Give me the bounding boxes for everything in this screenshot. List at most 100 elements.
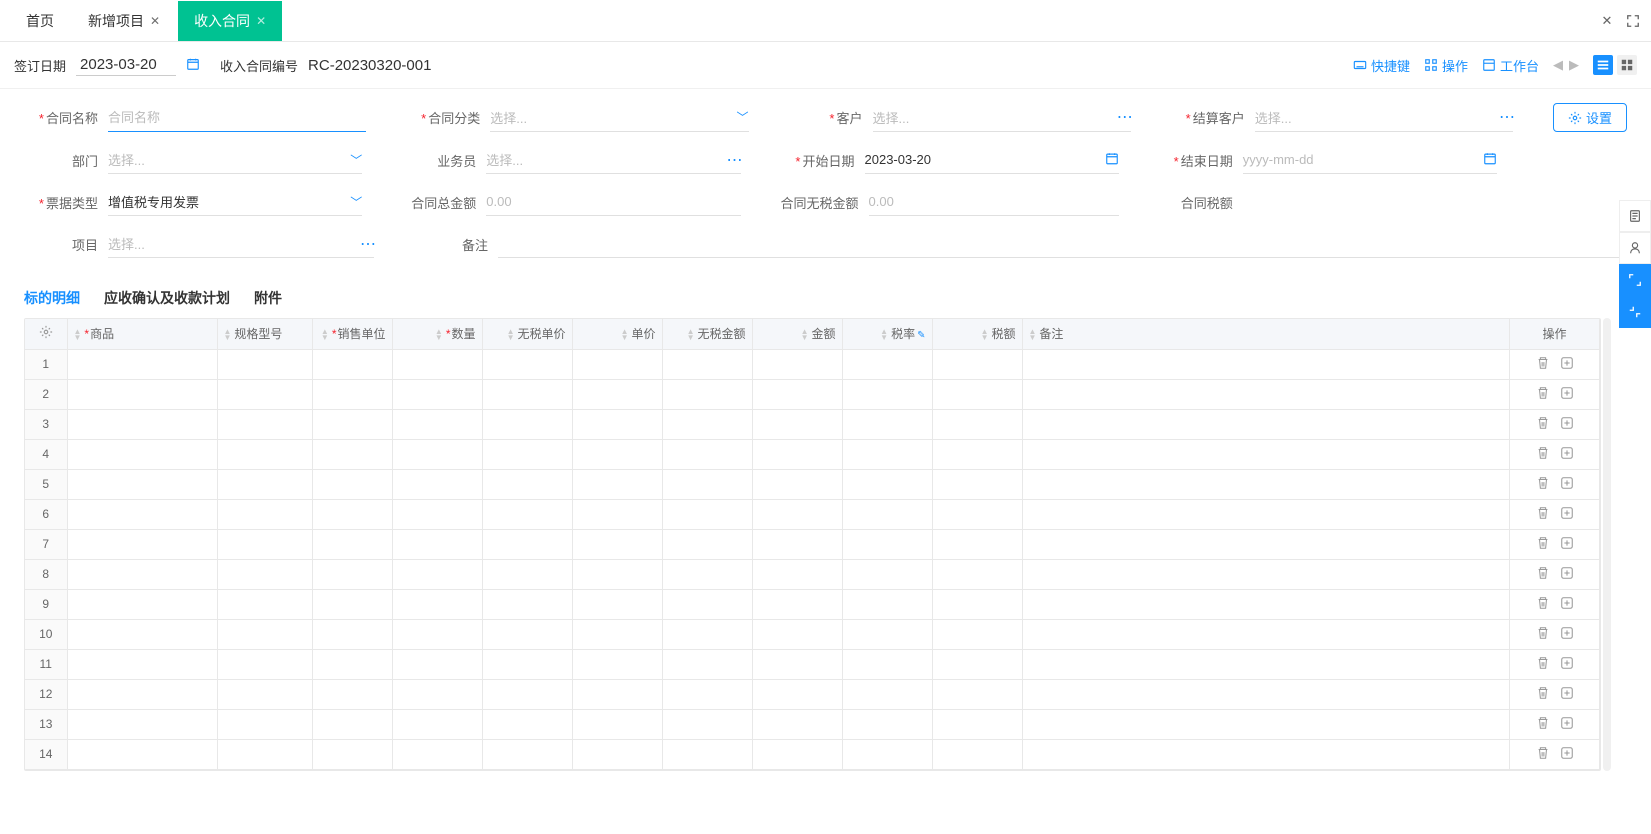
sort-icon[interactable]: ▲▼ bbox=[435, 329, 443, 341]
workbench-link[interactable]: 工作台 bbox=[1482, 56, 1539, 75]
tab-home[interactable]: 首页 bbox=[10, 1, 70, 41]
tab-new-project[interactable]: 新增项目✕ bbox=[72, 1, 176, 41]
tab-subject-detail[interactable]: 标的明细 bbox=[24, 288, 80, 308]
add-row-icon[interactable] bbox=[1560, 386, 1574, 403]
sort-icon[interactable]: ▲▼ bbox=[880, 329, 888, 341]
operation-link[interactable]: 操作 bbox=[1424, 56, 1468, 75]
sort-icon[interactable]: ▲▼ bbox=[687, 329, 695, 341]
end-date-input[interactable]: yyyy-mm-dd bbox=[1243, 146, 1497, 174]
delete-row-icon[interactable] bbox=[1536, 656, 1550, 673]
add-row-icon[interactable] bbox=[1560, 476, 1574, 493]
add-row-icon[interactable] bbox=[1560, 536, 1574, 553]
tab-attachment[interactable]: 附件 bbox=[254, 288, 282, 308]
delete-row-icon[interactable] bbox=[1536, 416, 1550, 433]
total-amount-input[interactable] bbox=[486, 188, 740, 216]
view-grid-icon[interactable] bbox=[1617, 55, 1637, 75]
calendar-icon[interactable] bbox=[1483, 151, 1497, 168]
add-row-icon[interactable] bbox=[1560, 356, 1574, 373]
col-amount[interactable]: ▲▼金额 bbox=[752, 319, 842, 349]
delete-row-icon[interactable] bbox=[1536, 536, 1550, 553]
fullscreen-icon[interactable] bbox=[1625, 13, 1641, 29]
close-icon[interactable]: ✕ bbox=[256, 14, 266, 28]
sort-icon[interactable]: ▲▼ bbox=[321, 329, 329, 341]
department-select[interactable]: 选择...﹀ bbox=[108, 146, 362, 174]
project-select[interactable]: 选择...⋯ bbox=[108, 230, 374, 258]
add-row-icon[interactable] bbox=[1560, 596, 1574, 613]
add-row-icon[interactable] bbox=[1560, 566, 1574, 583]
delete-row-icon[interactable] bbox=[1536, 686, 1550, 703]
table-row[interactable]: 7 bbox=[25, 529, 1600, 559]
delete-row-icon[interactable] bbox=[1536, 716, 1550, 733]
add-row-icon[interactable] bbox=[1560, 446, 1574, 463]
delete-row-icon[interactable] bbox=[1536, 746, 1550, 763]
table-row[interactable]: 4 bbox=[25, 439, 1600, 469]
sort-icon[interactable]: ▲▼ bbox=[801, 329, 809, 341]
view-list-icon[interactable] bbox=[1593, 55, 1613, 75]
edit-icon[interactable]: ✎ bbox=[917, 330, 925, 341]
remark-input[interactable] bbox=[498, 230, 1627, 258]
prev-record-icon[interactable]: ◀ bbox=[1553, 57, 1563, 73]
col-price[interactable]: ▲▼单价 bbox=[572, 319, 662, 349]
contract-category-select[interactable]: 选择...﹀ bbox=[490, 104, 748, 132]
tab-income-contract[interactable]: 收入合同✕ bbox=[178, 1, 282, 41]
shortcut-link[interactable]: 快捷键 bbox=[1353, 56, 1410, 75]
add-row-icon[interactable] bbox=[1560, 626, 1574, 643]
table-row[interactable]: 2 bbox=[25, 379, 1600, 409]
side-note-icon[interactable] bbox=[1619, 200, 1651, 232]
col-tax[interactable]: ▲▼税额 bbox=[932, 319, 1022, 349]
delete-row-icon[interactable] bbox=[1536, 356, 1550, 373]
add-row-icon[interactable] bbox=[1560, 416, 1574, 433]
side-person-icon[interactable] bbox=[1619, 232, 1651, 264]
start-date-input[interactable]: 2023-03-20 bbox=[865, 146, 1119, 174]
sort-icon[interactable]: ▲▼ bbox=[224, 329, 232, 341]
delete-row-icon[interactable] bbox=[1536, 626, 1550, 643]
delete-row-icon[interactable] bbox=[1536, 566, 1550, 583]
table-row[interactable]: 1 bbox=[25, 349, 1600, 379]
calendar-icon[interactable] bbox=[1105, 151, 1119, 168]
col-tax-rate[interactable]: ▲▼税率✎ bbox=[842, 319, 932, 349]
delete-row-icon[interactable] bbox=[1536, 446, 1550, 463]
invoice-type-select[interactable]: 增值税专用发票﹀ bbox=[108, 188, 362, 216]
close-icon[interactable]: ✕ bbox=[150, 14, 160, 28]
col-product[interactable]: ▲▼*商品 bbox=[67, 319, 217, 349]
chevron-down-icon[interactable]: ﹀ bbox=[736, 109, 748, 126]
sort-icon[interactable]: ▲▼ bbox=[74, 329, 82, 341]
side-collapse-icon[interactable] bbox=[1619, 296, 1651, 328]
next-record-icon[interactable]: ▶ bbox=[1569, 57, 1579, 73]
col-unit[interactable]: ▲▼*销售单位 bbox=[312, 319, 392, 349]
sort-icon[interactable]: ▲▼ bbox=[981, 329, 989, 341]
delete-row-icon[interactable] bbox=[1536, 596, 1550, 613]
add-row-icon[interactable] bbox=[1560, 656, 1574, 673]
add-row-icon[interactable] bbox=[1560, 716, 1574, 733]
more-icon[interactable]: ⋯ bbox=[1117, 107, 1131, 127]
close-panel-icon[interactable]: ✕ bbox=[1599, 13, 1615, 29]
sort-icon[interactable]: ▲▼ bbox=[507, 329, 515, 341]
delete-row-icon[interactable] bbox=[1536, 476, 1550, 493]
settlement-customer-select[interactable]: 选择...⋯ bbox=[1255, 104, 1513, 132]
more-icon[interactable]: ⋯ bbox=[727, 150, 741, 170]
table-row[interactable]: 13 bbox=[25, 709, 1600, 739]
table-row[interactable]: 14 bbox=[25, 739, 1600, 769]
col-remark[interactable]: ▲▼备注 bbox=[1022, 319, 1510, 349]
more-icon[interactable]: ⋯ bbox=[1499, 107, 1513, 127]
table-row[interactable]: 12 bbox=[25, 679, 1600, 709]
delete-row-icon[interactable] bbox=[1536, 386, 1550, 403]
table-row[interactable]: 5 bbox=[25, 469, 1600, 499]
sort-icon[interactable]: ▲▼ bbox=[1029, 329, 1037, 341]
table-row[interactable]: 10 bbox=[25, 619, 1600, 649]
calendar-icon[interactable] bbox=[186, 57, 200, 74]
table-row[interactable]: 9 bbox=[25, 589, 1600, 619]
table-row[interactable]: 6 bbox=[25, 499, 1600, 529]
add-row-icon[interactable] bbox=[1560, 686, 1574, 703]
contract-name-input[interactable] bbox=[108, 104, 366, 132]
sort-icon[interactable]: ▲▼ bbox=[621, 329, 629, 341]
add-row-icon[interactable] bbox=[1560, 506, 1574, 523]
settings-button[interactable]: 设置 bbox=[1553, 103, 1627, 132]
col-qty[interactable]: ▲▼*数量 bbox=[392, 319, 482, 349]
side-expand-icon[interactable] bbox=[1619, 264, 1651, 296]
table-row[interactable]: 8 bbox=[25, 559, 1600, 589]
scrollbar[interactable] bbox=[1603, 318, 1611, 771]
col-excl-tax-amount[interactable]: ▲▼无税金额 bbox=[662, 319, 752, 349]
table-row[interactable]: 3 bbox=[25, 409, 1600, 439]
chevron-down-icon[interactable]: ﹀ bbox=[350, 193, 362, 210]
